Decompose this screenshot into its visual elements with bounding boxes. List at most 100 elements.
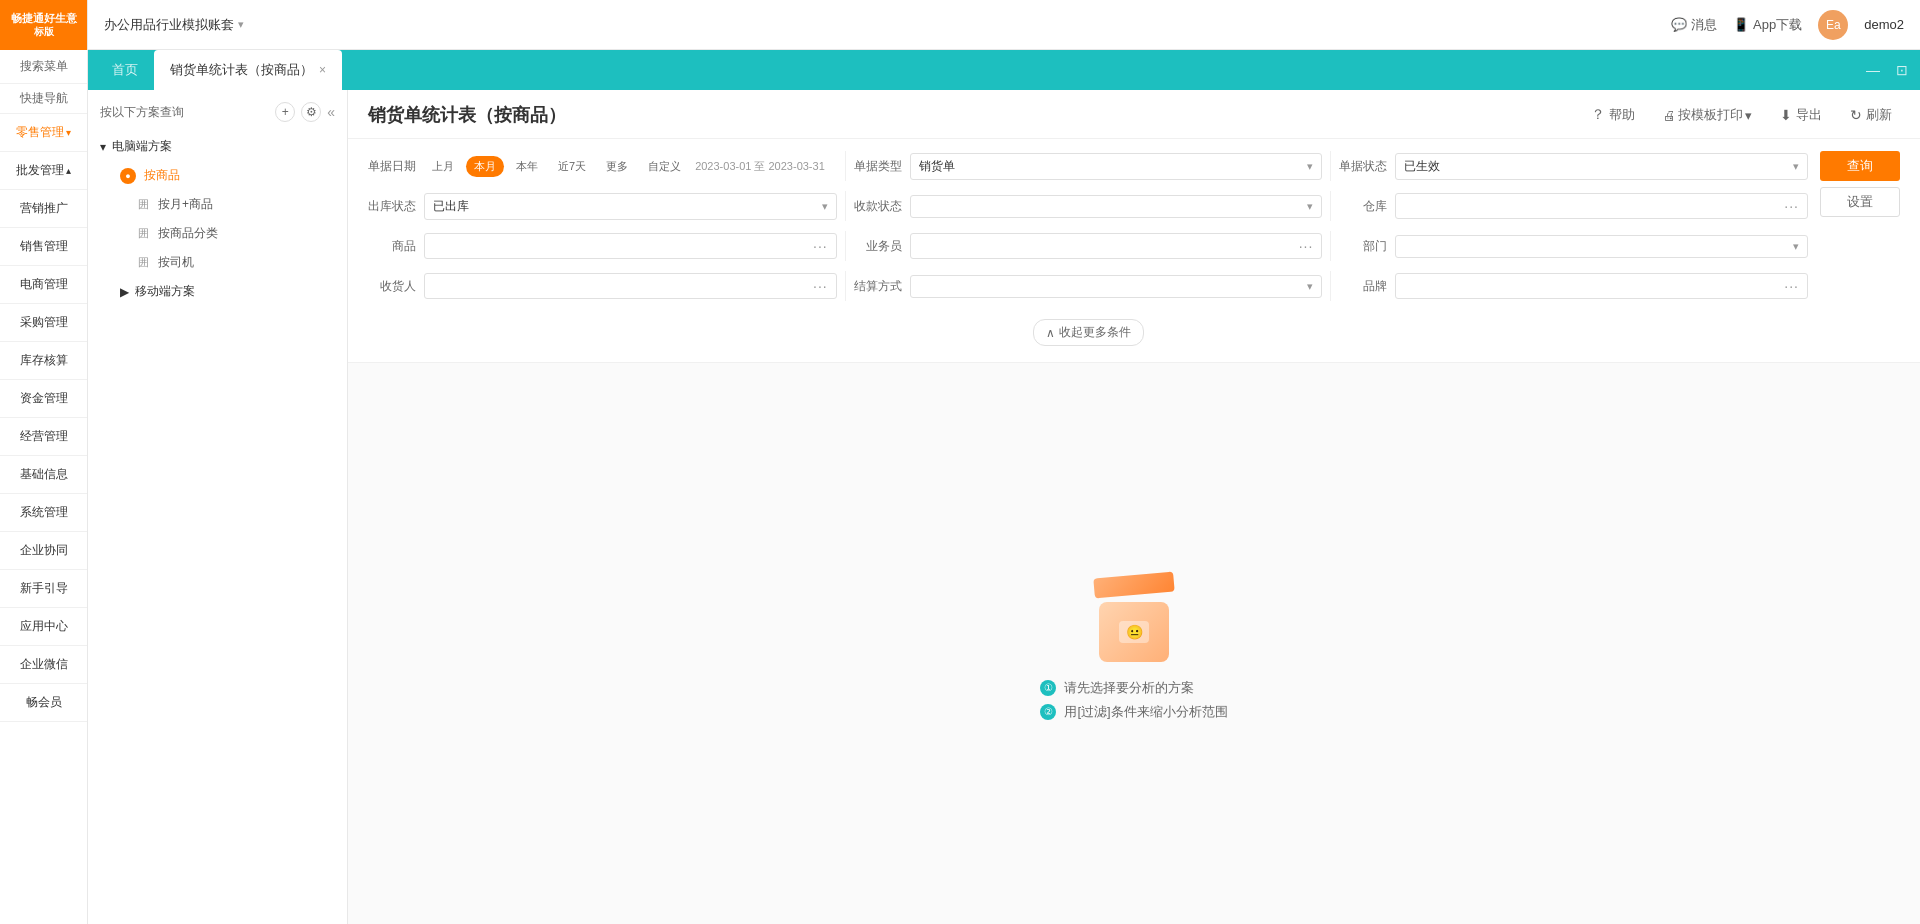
maximize-btn[interactable]: ⊡: [1892, 60, 1912, 80]
add-scheme-btn[interactable]: +: [275, 102, 295, 122]
sidebar-item-wechat[interactable]: 企业微信: [0, 646, 87, 684]
box-lid: [1093, 571, 1174, 598]
scheme-settings-btn[interactable]: ⚙: [301, 102, 321, 122]
tab-sales-stat[interactable]: 销货单统计表（按商品） ×: [154, 50, 342, 90]
tab-home[interactable]: 首页: [96, 50, 154, 90]
settings-button[interactable]: 设置: [1820, 187, 1900, 217]
brand-dots: ···: [1784, 278, 1799, 294]
breadcrumb-arrow[interactable]: ▾: [238, 18, 244, 31]
date-tab-this-month[interactable]: 本月: [466, 156, 504, 177]
scheme-by-month-goods[interactable]: 囲 按月+商品: [100, 190, 335, 219]
left-panel-actions: + ⚙ «: [275, 102, 335, 122]
doc-status-label: 单据状态: [1339, 158, 1387, 175]
settle-cell: 结算方式 ▾: [854, 275, 1323, 298]
filter-actions-row: ∧ 收起更多条件: [368, 311, 1808, 350]
tip2-text: 用[过滤]条件来缩小分析范围: [1064, 703, 1227, 721]
payment-status-arrow: ▾: [1307, 200, 1313, 213]
export-icon: ⬇: [1780, 107, 1792, 123]
divider-5: [845, 231, 846, 261]
sidebar-item-finance[interactable]: 资金管理: [0, 380, 87, 418]
sidebar-item-operation[interactable]: 经营管理: [0, 418, 87, 456]
desktop-scheme-group: ▾ 电脑端方案 ● 按商品 囲 按月+商品 囲 按商品分类 囲 按司机: [88, 132, 347, 277]
doc-status-select[interactable]: 已生效 ▾: [1395, 153, 1808, 180]
date-tab-more[interactable]: 更多: [598, 156, 636, 177]
settle-select[interactable]: ▾: [910, 275, 1323, 298]
empty-state: 😐 ① 请先选择要分析的方案 ② 用[过滤]条件来缩小分析范围: [348, 363, 1920, 924]
query-button[interactable]: 查询: [1820, 151, 1900, 181]
sidebar-item-ecommerce[interactable]: 电商管理: [0, 266, 87, 304]
payment-status-select[interactable]: ▾: [910, 195, 1323, 218]
sidebar-item-system[interactable]: 系统管理: [0, 494, 87, 532]
sidebar-item-marketing[interactable]: 营销推广: [0, 190, 87, 228]
page-title-bar: 销货单统计表（按商品） ？ 帮助 🖨 按模板打印 ▾ ⬇ 导出: [348, 90, 1920, 139]
app-download-btn[interactable]: 📱 App下载: [1733, 16, 1802, 34]
date-tabs: 上月 本月 本年 近7天 更多 自定义: [424, 156, 689, 177]
print-btn[interactable]: 🖨 按模板打印 ▾: [1655, 102, 1760, 128]
warehouse-select[interactable]: ···: [1395, 193, 1808, 219]
stock-status-select[interactable]: 已出库 ▾: [424, 193, 837, 220]
sidebar-item-basic[interactable]: 基础信息: [0, 456, 87, 494]
divider-3: [845, 191, 846, 221]
filter-row-4: 收货人 ··· 结算方式 ▾: [368, 271, 1808, 301]
date-tab-custom[interactable]: 自定义: [640, 156, 689, 177]
sidebar-item-wholesale[interactable]: 批发管理 ▴: [0, 152, 87, 190]
box-body: 😐: [1099, 602, 1169, 662]
date-tab-this-year[interactable]: 本年: [508, 156, 546, 177]
warehouse-cell: 仓库 ···: [1339, 193, 1808, 219]
message-btn[interactable]: 💬 消息: [1671, 16, 1717, 34]
settings-icon: ⚙: [306, 105, 317, 119]
goods-select[interactable]: ···: [424, 233, 837, 259]
divider-6: [1330, 231, 1331, 261]
receiver-select[interactable]: ···: [424, 273, 837, 299]
quick-nav-item[interactable]: 快捷导航: [0, 84, 87, 114]
desktop-group-title[interactable]: ▾ 电脑端方案: [100, 132, 335, 161]
stock-status-arrow: ▾: [822, 200, 828, 213]
settle-label: 结算方式: [854, 278, 902, 295]
search-menu-item[interactable]: 搜索菜单: [0, 50, 87, 84]
logo-subtext: 标版: [34, 26, 54, 38]
dept-select[interactable]: ▾: [1395, 235, 1808, 258]
breadcrumb: 办公用品行业模拟账套 ▾: [104, 16, 244, 34]
sidebar-item-newbie[interactable]: 新手引导: [0, 570, 87, 608]
help-btn[interactable]: ？ 帮助: [1583, 102, 1643, 128]
date-filter: 上月 本月 本年 近7天 更多 自定义 2023-03-01 至 2023-03…: [424, 156, 837, 177]
sidebar-item-sales[interactable]: 销售管理: [0, 228, 87, 266]
tab-close-icon[interactable]: ×: [319, 63, 326, 77]
sidebar-item-retail[interactable]: 零售管理 ▾: [0, 114, 87, 152]
mobile-group-title[interactable]: ▶ 移动端方案: [100, 277, 335, 306]
collapse-more-btn[interactable]: ∧ 收起更多条件: [1033, 319, 1144, 346]
collapse-icon: ∧: [1046, 326, 1055, 340]
date-filter-cell: 单据日期 上月 本月 本年 近7天 更多 自定义: [368, 156, 837, 177]
sidebar-item-purchase[interactable]: 采购管理: [0, 304, 87, 342]
page-title: 销货单统计表（按商品）: [368, 103, 566, 127]
minimize-btn[interactable]: —: [1862, 60, 1884, 80]
desktop-group-arrow: ▾: [100, 140, 106, 154]
avatar[interactable]: Ea: [1818, 10, 1848, 40]
collapse-panel-btn[interactable]: «: [327, 104, 335, 120]
goods-cell: 商品 ···: [368, 233, 837, 259]
scheme-by-goods-category[interactable]: 囲 按商品分类: [100, 219, 335, 248]
refresh-icon: ↻: [1850, 107, 1862, 123]
staff-select[interactable]: ···: [910, 233, 1323, 259]
settle-arrow: ▾: [1307, 280, 1313, 293]
scheme-by-cashier[interactable]: 囲 按司机: [100, 248, 335, 277]
export-btn[interactable]: ⬇ 导出: [1772, 102, 1830, 128]
brand-select[interactable]: ···: [1395, 273, 1808, 299]
date-tab-7days[interactable]: 近7天: [550, 156, 594, 177]
payment-status-cell: 收款状态 ▾: [854, 195, 1323, 218]
refresh-btn[interactable]: ↻ 刷新: [1842, 102, 1900, 128]
box-face: 😐: [1119, 621, 1149, 643]
scheme-by-goods[interactable]: ● 按商品: [100, 161, 335, 190]
doc-type-select[interactable]: 销货单 ▾: [910, 153, 1323, 180]
sidebar-item-cooperation[interactable]: 企业协同: [0, 532, 87, 570]
retail-arrow: ▾: [66, 127, 71, 138]
content-body: 按以下方案查询 + ⚙ « ▾ 电脑端方案 ●: [88, 90, 1920, 924]
sidebar-item-member[interactable]: 畅会员: [0, 684, 87, 722]
divider-4: [1330, 191, 1331, 221]
sidebar-item-inventory[interactable]: 库存核算: [0, 342, 87, 380]
date-tab-last-month[interactable]: 上月: [424, 156, 462, 177]
mobile-scheme-group: ▶ 移动端方案: [88, 277, 347, 306]
stock-status-label: 出库状态: [368, 198, 416, 215]
top-header: 办公用品行业模拟账套 ▾ 💬 消息 📱 App下载 Ea demo2: [88, 0, 1920, 50]
sidebar-item-app-center[interactable]: 应用中心: [0, 608, 87, 646]
